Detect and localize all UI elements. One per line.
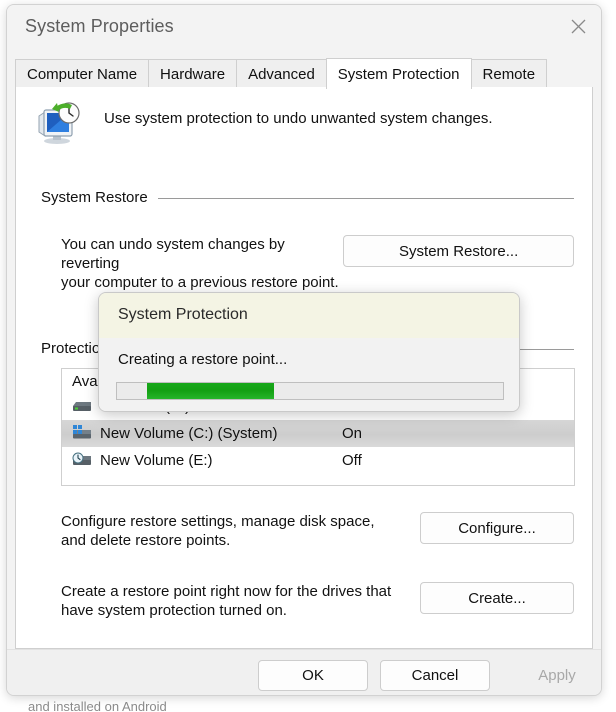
table-row[interactable]: New Volume (C:) (System) On [62,420,574,447]
tab-strip: Computer Name Hardware Advanced System P… [15,58,593,89]
progress-dialog-titlebar: System Protection [99,293,519,338]
tab-remote[interactable]: Remote [472,59,548,88]
create-description-line2: have system protection turned on. [61,601,391,620]
cancel-button[interactable]: Cancel [380,660,490,691]
progress-dialog-title: System Protection [118,306,248,324]
system-protection-progress-dialog: System Protection Creating a restore poi… [98,292,520,412]
create-button[interactable]: Create... [420,582,574,614]
close-icon[interactable] [555,5,601,47]
drive-name-cell: New Volume (E:) [72,452,342,469]
configure-button[interactable]: Configure... [420,512,574,544]
window-title: System Properties [25,16,174,37]
configure-row: Configure restore settings, manage disk … [61,512,574,550]
system-restore-description: You can undo system changes by reverting… [61,235,343,292]
tab-system-protection[interactable]: System Protection [326,58,472,89]
dialog-button-bar: OK Cancel Apply [7,649,602,696]
system-restore-row: You can undo system changes by reverting… [61,235,574,292]
drive-name-label: New Volume (C:) (System) [100,425,278,442]
background-text-sliver: and installed on Android [28,700,328,712]
system-restore-description-line1: You can undo system changes by reverting [61,235,343,273]
progress-dialog-body: Creating a restore point... [99,338,519,412]
tab-advanced[interactable]: Advanced [236,59,326,88]
system-restore-group-label: System Restore [41,189,148,206]
tab-hardware[interactable]: Hardware [148,59,236,88]
drive-windows-icon [72,425,92,442]
system-restore-group-header: System Restore [41,189,574,206]
window-titlebar: System Properties [7,5,601,51]
create-row: Create a restore point right now for the… [61,582,574,620]
protection-state-cell: Off [342,452,462,469]
table-row[interactable]: New Volume (E:) Off [62,447,574,474]
ok-button[interactable]: OK [258,660,368,691]
configure-description-line1: Configure restore settings, manage disk … [61,512,375,531]
progress-bar-fill [147,383,274,399]
create-description-line1: Create a restore point right now for the… [61,582,391,601]
configure-description: Configure restore settings, manage disk … [61,512,375,550]
tab-computer-name[interactable]: Computer Name [15,59,148,88]
intro-row: Use system protection to undo unwanted s… [34,99,493,147]
intro-text: Use system protection to undo unwanted s… [104,110,493,127]
drive-name-cell: New Volume (C:) (System) [72,425,342,442]
system-restore-description-line2: your computer to a previous restore poin… [61,273,343,292]
protection-state-cell: On [342,425,462,442]
apply-button: Apply [502,660,602,691]
progress-bar [116,382,504,400]
configure-description-line2: and delete restore points. [61,531,375,550]
drive-name-label: New Volume (E:) [100,452,213,469]
system-restore-icon [34,99,82,147]
group-divider [158,198,574,199]
create-description: Create a restore point right now for the… [61,582,391,620]
drive-icon [72,398,92,415]
system-restore-button[interactable]: System Restore... [343,235,574,267]
desktop-background: and installed on Android System Properti… [0,0,616,712]
progress-dialog-message: Creating a restore point... [118,351,287,368]
drive-restore-icon [72,452,92,469]
